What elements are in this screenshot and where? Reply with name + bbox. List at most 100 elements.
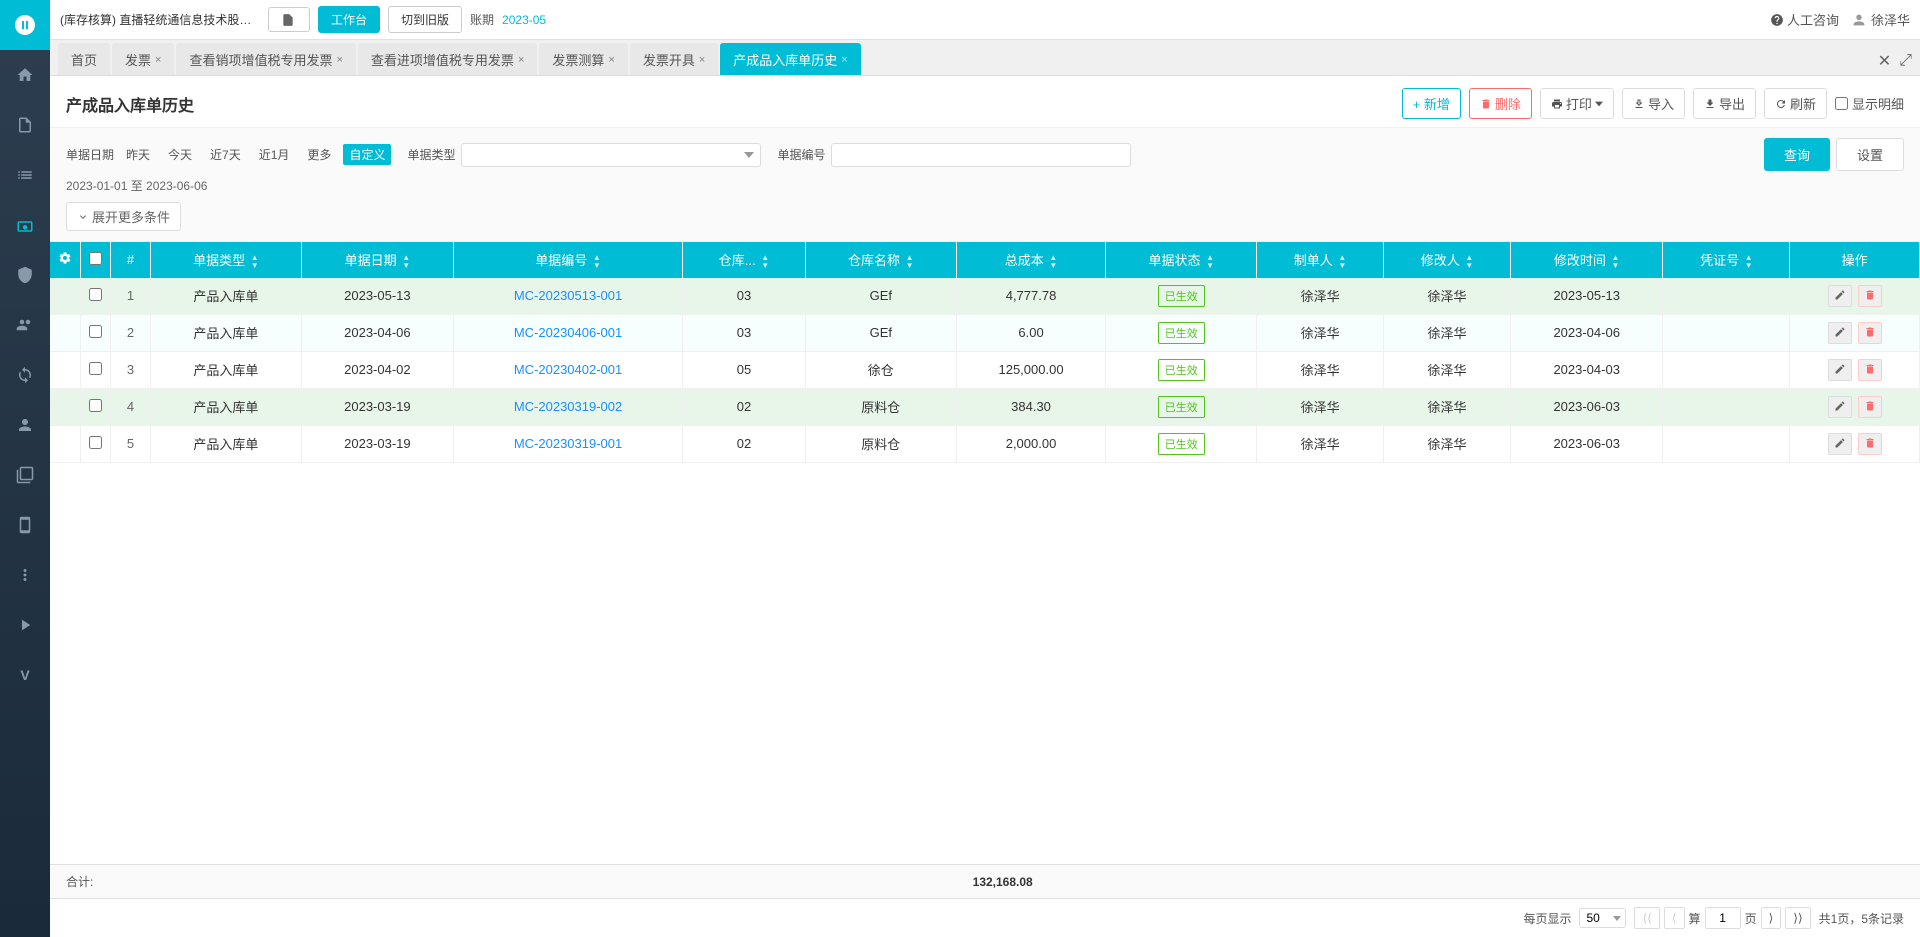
switch-version-btn[interactable]: 切到旧版 xyxy=(388,6,462,33)
col-warehouse-name[interactable]: 仓库名称 ▲▼ xyxy=(805,242,956,278)
first-page-btn[interactable]: ⟨⟨ xyxy=(1634,907,1659,929)
tab-invoice-calc-close[interactable]: × xyxy=(608,54,614,66)
col-number[interactable]: 单据编号 ▲▼ xyxy=(454,242,683,278)
row-number-link[interactable]: MC-20230319-001 xyxy=(514,436,622,451)
select-all-checkbox[interactable] xyxy=(89,252,102,265)
col-modifier[interactable]: 修改人 ▲▼ xyxy=(1384,242,1511,278)
row-edit-btn[interactable] xyxy=(1828,396,1852,418)
print-btn[interactable]: 打印 xyxy=(1540,88,1614,119)
tab-home[interactable]: 首页 xyxy=(58,43,110,75)
col-voucher[interactable]: 凭证号 ▲▼ xyxy=(1663,242,1790,278)
row-number-link[interactable]: MC-20230402-001 xyxy=(514,362,622,377)
sidebar-item-video[interactable] xyxy=(0,600,50,650)
shortcut-7days[interactable]: 近7天 xyxy=(204,144,247,165)
row-delete-btn[interactable] xyxy=(1858,359,1882,381)
show-detail-checkbox[interactable]: 显示明细 xyxy=(1835,94,1904,113)
sidebar-item-warehouse[interactable] xyxy=(0,200,50,250)
col-total-cost[interactable]: 总成本 ▲▼ xyxy=(956,242,1106,278)
row-number-link[interactable]: MC-20230406-001 xyxy=(514,325,622,340)
sidebar-item-doc[interactable] xyxy=(0,100,50,150)
export-btn[interactable]: 导出 xyxy=(1693,88,1756,119)
last-page-btn[interactable]: ⟩⟩ xyxy=(1785,907,1810,929)
row-number[interactable]: MC-20230513-001 xyxy=(454,278,683,315)
type-filter-select[interactable] xyxy=(461,143,761,167)
tab-product-inbound[interactable]: 产成品入库单历史 × xyxy=(720,43,860,75)
row-select[interactable] xyxy=(89,399,102,412)
tab-close-all[interactable]: ✕ xyxy=(1878,51,1891,71)
import-btn[interactable]: 导入 xyxy=(1622,88,1685,119)
tab-purchase-vat-close[interactable]: × xyxy=(518,54,524,66)
delete-btn[interactable]: 删除 xyxy=(1469,88,1532,119)
sidebar-item-scan[interactable] xyxy=(0,450,50,500)
row-checkbox[interactable] xyxy=(81,388,111,425)
shortcut-today[interactable]: 今天 xyxy=(162,144,198,165)
prev-page-btn[interactable]: ⟨ xyxy=(1664,907,1685,929)
shortcut-custom[interactable]: 自定义 xyxy=(343,144,391,165)
shortcut-yesterday[interactable]: 昨天 xyxy=(120,144,156,165)
sidebar-item-user[interactable] xyxy=(0,400,50,450)
set-btn[interactable]: 设置 xyxy=(1836,138,1904,171)
col-type[interactable]: 单据类型 ▲▼ xyxy=(151,242,302,278)
row-number[interactable]: MC-20230319-001 xyxy=(454,425,683,462)
tab-sales-vat[interactable]: 查看销项增值税专用发票 × xyxy=(176,43,355,75)
row-edit-btn[interactable] xyxy=(1828,433,1852,455)
help-btn[interactable]: 人工咨询 xyxy=(1770,10,1839,29)
col-creator[interactable]: 制单人 ▲▼ xyxy=(1257,242,1384,278)
tab-invoice-calc[interactable]: 发票测算 × xyxy=(539,43,627,75)
show-detail-input[interactable] xyxy=(1835,97,1848,110)
row-number-link[interactable]: MC-20230319-002 xyxy=(514,399,622,414)
row-checkbox[interactable] xyxy=(81,278,111,315)
workspace-btn[interactable]: 工作台 xyxy=(318,6,380,33)
sidebar-item-chart[interactable] xyxy=(0,150,50,200)
next-page-btn[interactable]: ⟩ xyxy=(1761,907,1782,929)
row-number-link[interactable]: MC-20230513-001 xyxy=(514,288,622,303)
new-btn[interactable]: + 新增 xyxy=(1402,88,1461,119)
col-status[interactable]: 单据状态 ▲▼ xyxy=(1106,242,1257,278)
sidebar-item-flow[interactable] xyxy=(0,350,50,400)
expand-btn[interactable]: 展开更多条件 xyxy=(66,202,181,231)
sidebar-item-mobile[interactable] xyxy=(0,500,50,550)
app-logo[interactable] xyxy=(0,0,50,50)
sidebar-item-config[interactable] xyxy=(0,550,50,600)
row-number[interactable]: MC-20230406-001 xyxy=(454,314,683,351)
sidebar-item-stamp[interactable] xyxy=(0,250,50,300)
shortcut-more[interactable]: 更多 xyxy=(301,144,337,165)
tab-maximize[interactable]: ⤢ xyxy=(1899,52,1912,70)
row-delete-btn[interactable] xyxy=(1858,285,1882,307)
row-select[interactable] xyxy=(89,325,102,338)
table-row[interactable]: 4 产品入库单 2023-03-19 MC-20230319-002 02 原料… xyxy=(50,388,1920,425)
table-row[interactable]: 3 产品入库单 2023-04-02 MC-20230402-001 05 徐仓… xyxy=(50,351,1920,388)
tab-product-inbound-close[interactable]: × xyxy=(841,54,847,66)
row-delete-btn[interactable] xyxy=(1858,322,1882,344)
tab-invoice-open[interactable]: 发票开具 × xyxy=(630,43,718,75)
table-row[interactable]: 1 产品入库单 2023-05-13 MC-20230513-001 03 GE… xyxy=(50,278,1920,315)
tab-invoice-close[interactable]: × xyxy=(155,54,161,66)
refresh-btn[interactable]: 刷新 xyxy=(1764,88,1827,119)
query-btn[interactable]: 查询 xyxy=(1764,138,1830,171)
sidebar-item-org[interactable] xyxy=(0,300,50,350)
sidebar-item-home[interactable] xyxy=(0,50,50,100)
number-filter-input[interactable] xyxy=(831,143,1131,167)
col-date[interactable]: 单据日期 ▲▼ xyxy=(301,242,453,278)
row-number[interactable]: MC-20230319-002 xyxy=(454,388,683,425)
row-edit-btn[interactable] xyxy=(1828,285,1852,307)
row-select[interactable] xyxy=(89,436,102,449)
row-edit-btn[interactable] xyxy=(1828,322,1852,344)
col-modify-time[interactable]: 修改时间 ▲▼ xyxy=(1510,242,1662,278)
table-row[interactable]: 5 产品入库单 2023-03-19 MC-20230319-001 02 原料… xyxy=(50,425,1920,462)
tab-purchase-vat[interactable]: 查看进项增值税专用发票 × xyxy=(358,43,537,75)
tab-invoice[interactable]: 发票 × xyxy=(112,43,174,75)
sidebar-item-v[interactable]: V xyxy=(0,650,50,700)
row-checkbox[interactable] xyxy=(81,425,111,462)
shortcut-1month[interactable]: 近1月 xyxy=(253,144,296,165)
row-checkbox[interactable] xyxy=(81,314,111,351)
row-select[interactable] xyxy=(89,362,102,375)
row-select[interactable] xyxy=(89,288,102,301)
col-select-all[interactable] xyxy=(81,242,111,278)
tab-sales-vat-close[interactable]: × xyxy=(336,54,342,66)
table-row[interactable]: 2 产品入库单 2023-04-06 MC-20230406-001 03 GE… xyxy=(50,314,1920,351)
row-edit-btn[interactable] xyxy=(1828,359,1852,381)
row-number[interactable]: MC-20230402-001 xyxy=(454,351,683,388)
row-delete-btn[interactable] xyxy=(1858,396,1882,418)
tab-invoice-open-close[interactable]: × xyxy=(699,54,705,66)
